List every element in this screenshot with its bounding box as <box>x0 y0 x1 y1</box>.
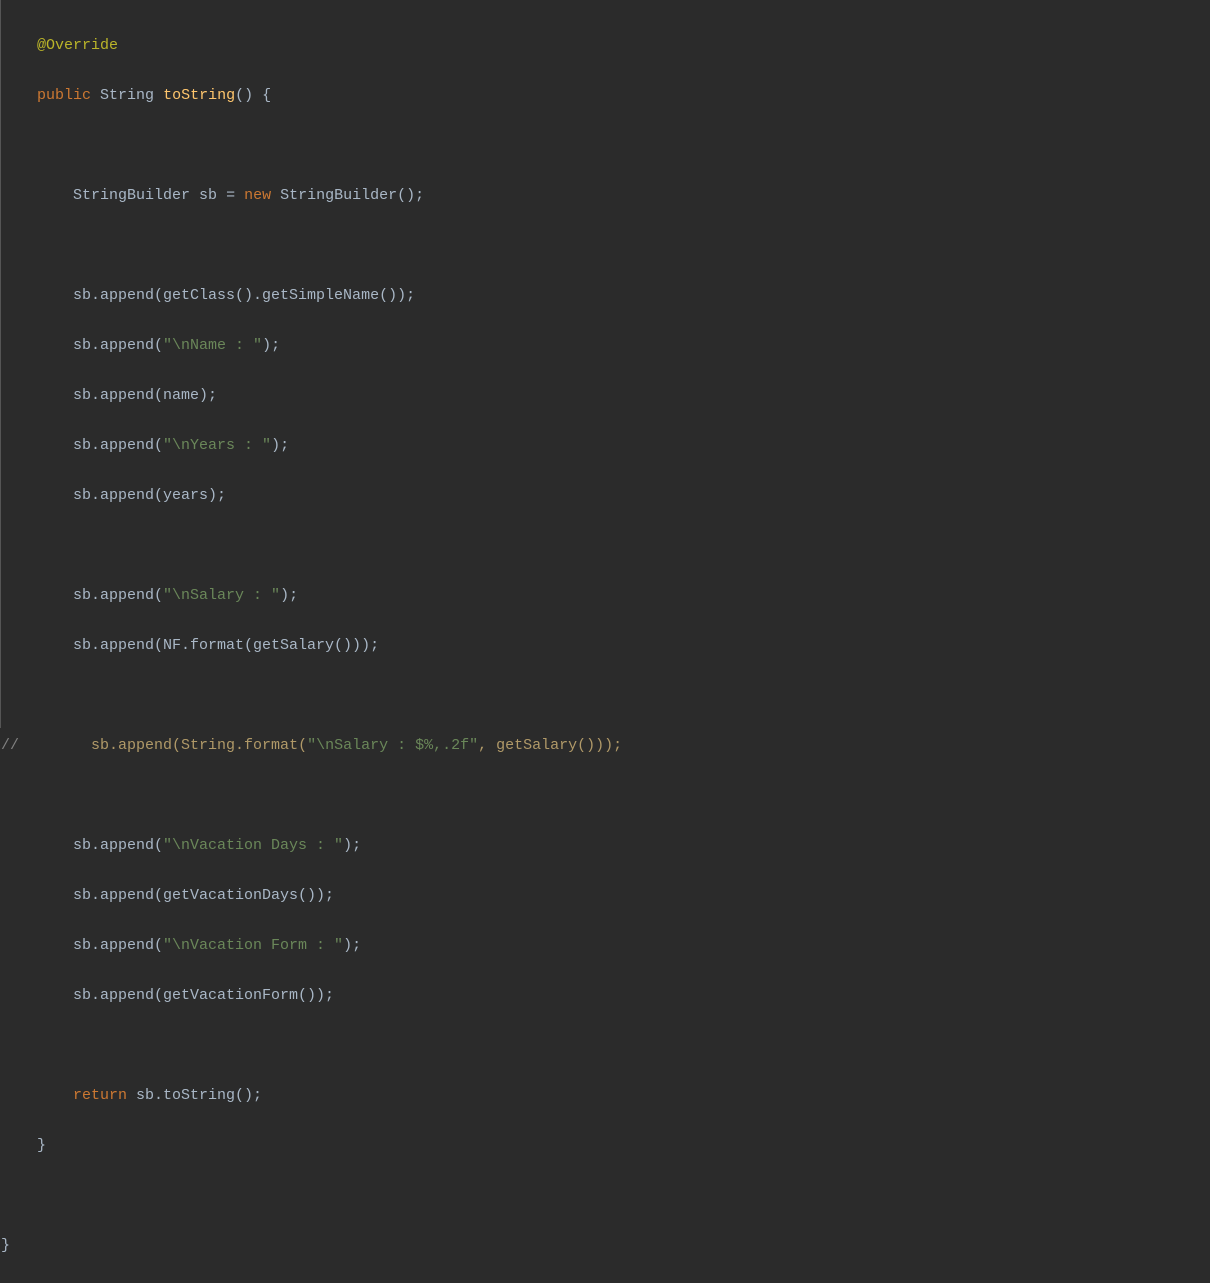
code-line: sb.append(NF.format(getSalary())); <box>1 633 1210 658</box>
code-line: sb.append(getVacationForm()); <box>1 983 1210 1008</box>
statement: sb.append(getClass().getSimpleName()); <box>73 287 415 304</box>
commented-code: , getSalary())); <box>478 737 622 754</box>
code-line: StringBuilder sb = new StringBuilder(); <box>1 183 1210 208</box>
statement-post: ); <box>343 937 361 954</box>
method-name: toString <box>163 87 235 104</box>
code-line: public String toString() { <box>1 83 1210 108</box>
brace-close-class: } <box>1 1237 10 1254</box>
code-line: sb.append("\nName : "); <box>1 333 1210 358</box>
indent <box>1 437 73 454</box>
indent <box>1 937 73 954</box>
code-line-blank <box>1 233 1210 258</box>
code-line: sb.append(getClass().getSimpleName()); <box>1 283 1210 308</box>
statement: sb.append(years); <box>73 487 226 504</box>
brace-close-method: } <box>1 1137 46 1154</box>
indent <box>1 37 37 54</box>
return-type: String <box>100 87 154 104</box>
ctor-call: StringBuilder() <box>271 187 415 204</box>
statement-pre: sb.append( <box>73 437 163 454</box>
code-editor[interactable]: @Override public String toString() { Str… <box>1 8 1210 1283</box>
code-line: sb.append(getVacationDays()); <box>1 883 1210 908</box>
code-line: return sb.toString(); <box>1 1083 1210 1108</box>
indent <box>1 187 73 204</box>
code-line-comment: // sb.append(String.format("\nSalary : $… <box>1 733 1210 758</box>
code-line-blank <box>1 533 1210 558</box>
code-line: sb.append("\nVacation Form : "); <box>1 933 1210 958</box>
statement-post: ); <box>271 437 289 454</box>
statement: sb.append(getVacationDays()); <box>73 887 334 904</box>
code-line: sb.append(years); <box>1 483 1210 508</box>
keyword-public: public <box>37 87 91 104</box>
indent <box>1 87 37 104</box>
statement-post: ); <box>343 837 361 854</box>
commented-string: "\nSalary : $%,.2f" <box>307 737 478 754</box>
comment-pad <box>19 737 91 754</box>
space <box>91 87 100 104</box>
semicolon: ; <box>415 187 424 204</box>
commented-code: sb.append(String.format( <box>91 737 307 754</box>
params: () <box>235 87 253 104</box>
code-line: sb.append("\nVacation Days : "); <box>1 833 1210 858</box>
statement: sb.append(NF.format(getSalary())); <box>73 637 379 654</box>
code-line: @Override <box>1 33 1210 58</box>
code-line: sb.append(name); <box>1 383 1210 408</box>
code-line-blank <box>1 1033 1210 1058</box>
indent <box>1 637 73 654</box>
statement-pre: sb.append( <box>73 587 163 604</box>
annotation: @Override <box>37 37 118 54</box>
keyword-new: new <box>244 187 271 204</box>
equals: = <box>226 187 244 204</box>
indent <box>1 837 73 854</box>
code-line-blank <box>1 783 1210 808</box>
code-line-blank <box>1 133 1210 158</box>
indent <box>1 287 73 304</box>
code-line-blank <box>1 683 1210 708</box>
code-line: sb.append("\nSalary : "); <box>1 583 1210 608</box>
statement-post: ); <box>280 587 298 604</box>
indent <box>1 1087 73 1104</box>
comment-slash: // <box>1 737 19 754</box>
string-literal: "\nVacation Days : " <box>163 837 343 854</box>
indent <box>1 487 73 504</box>
return-expr: sb.toString(); <box>127 1087 262 1104</box>
type-stringbuilder: StringBuilder <box>73 187 190 204</box>
code-line: } <box>1 1133 1210 1158</box>
statement-post: ); <box>262 337 280 354</box>
indent <box>1 387 73 404</box>
string-literal: "\nVacation Form : " <box>163 937 343 954</box>
var-sb: sb <box>190 187 226 204</box>
statement-pre: sb.append( <box>73 337 163 354</box>
brace-open: { <box>253 87 271 104</box>
indent <box>1 887 73 904</box>
indent <box>1 587 73 604</box>
code-line-blank <box>1 1183 1210 1208</box>
string-literal: "\nName : " <box>163 337 262 354</box>
statement-pre: sb.append( <box>73 937 163 954</box>
indent <box>1 337 73 354</box>
string-literal: "\nYears : " <box>163 437 271 454</box>
space <box>154 87 163 104</box>
statement-pre: sb.append( <box>73 837 163 854</box>
code-line: sb.append("\nYears : "); <box>1 433 1210 458</box>
keyword-return: return <box>73 1087 127 1104</box>
code-line: } <box>1 1233 1210 1258</box>
string-literal: "\nSalary : " <box>163 587 280 604</box>
statement: sb.append(name); <box>73 387 217 404</box>
statement: sb.append(getVacationForm()); <box>73 987 334 1004</box>
indent <box>1 987 73 1004</box>
